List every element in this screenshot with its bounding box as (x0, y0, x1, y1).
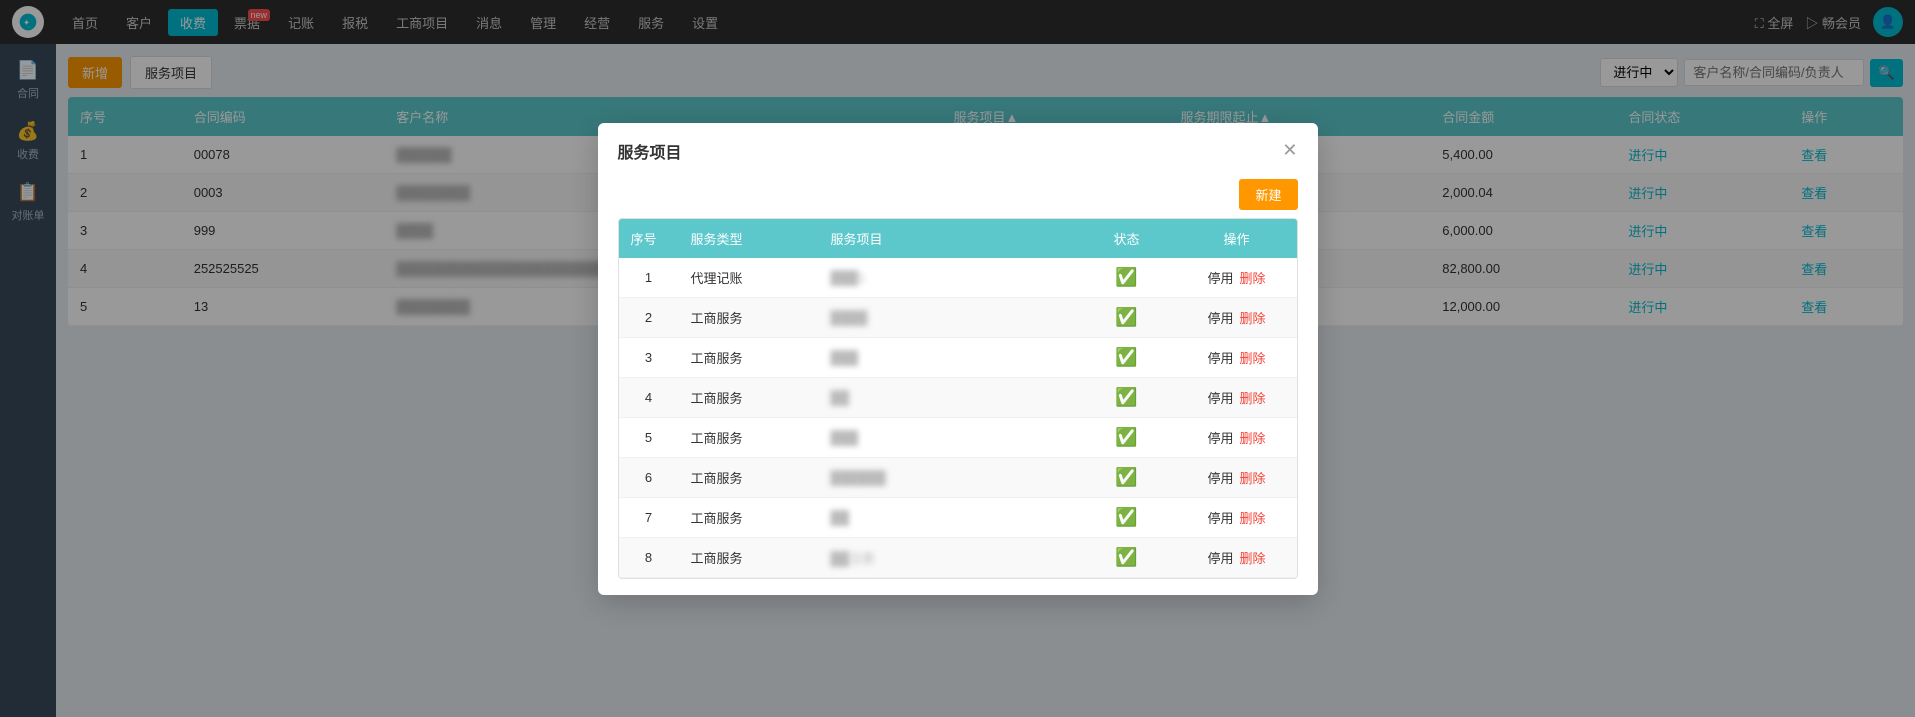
modal-cell-seq: 8 (619, 537, 679, 577)
stop-button[interactable]: 停用 (1207, 308, 1233, 327)
modal-table-row: 1 代理记账 ███1 ✅ 停用 删除 (619, 258, 1297, 298)
modal-table-wrap[interactable]: 序号 服务类型 服务项目 状态 操作 1 代理记账 ███1 ✅ 停用 删除 2… (618, 218, 1298, 579)
modal-new-button[interactable]: 新建 (1239, 179, 1297, 210)
modal-cell-action[interactable]: 停用 删除 (1177, 457, 1297, 497)
modal-cell-seq: 7 (619, 497, 679, 537)
modal-cell-status: ✅ (1077, 258, 1177, 298)
modal-header: 服务项目 ✕ (598, 123, 1318, 171)
modal-cell-item: ██注册 (819, 537, 1077, 577)
modal-cell-status: ✅ (1077, 337, 1177, 377)
modal-cell-item: ██ (819, 497, 1077, 537)
delete-button[interactable]: 删除 (1240, 508, 1266, 527)
stop-button[interactable]: 停用 (1207, 468, 1233, 487)
modal-cell-type: 工商服务 (679, 417, 819, 457)
modal-cell-action[interactable]: 停用 删除 (1177, 537, 1297, 577)
stop-button[interactable]: 停用 (1207, 548, 1233, 567)
modal-cell-action[interactable]: 停用 删除 (1177, 297, 1297, 337)
modal-cell-seq: 4 (619, 377, 679, 417)
status-check-icon: ✅ (1115, 427, 1137, 447)
modal-col-status: 状态 (1077, 219, 1177, 258)
modal-cell-action[interactable]: 停用 删除 (1177, 258, 1297, 298)
status-check-icon: ✅ (1115, 507, 1137, 527)
status-check-icon: ✅ (1115, 267, 1137, 287)
modal-cell-type: 工商服务 (679, 377, 819, 417)
modal-cell-type: 工商服务 (679, 297, 819, 337)
stop-button[interactable]: 停用 (1207, 348, 1233, 367)
modal-cell-status: ✅ (1077, 377, 1177, 417)
status-check-icon: ✅ (1115, 347, 1137, 367)
modal-table-row: 7 工商服务 ██ ✅ 停用 删除 (619, 497, 1297, 537)
modal-cell-type: 代理记账 (679, 258, 819, 298)
modal-table-row: 4 工商服务 ██ ✅ 停用 删除 (619, 377, 1297, 417)
stop-button[interactable]: 停用 (1207, 268, 1233, 287)
modal-cell-action[interactable]: 停用 删除 (1177, 417, 1297, 457)
modal-table-row: 3 工商服务 ███ ✅ 停用 删除 (619, 337, 1297, 377)
status-check-icon: ✅ (1115, 307, 1137, 327)
delete-button[interactable]: 删除 (1240, 468, 1266, 487)
modal-cell-status: ✅ (1077, 497, 1177, 537)
modal-col-type: 服务类型 (679, 219, 819, 258)
delete-button[interactable]: 删除 (1240, 308, 1266, 327)
modal-cell-action[interactable]: 停用 删除 (1177, 377, 1297, 417)
modal-cell-item: ████ (819, 297, 1077, 337)
modal-header-row: 序号 服务类型 服务项目 状态 操作 (619, 219, 1297, 258)
status-check-icon: ✅ (1115, 387, 1137, 407)
modal-cell-type: 工商服务 (679, 497, 819, 537)
modal-overlay: 服务项目 ✕ 新建 序号 服务类型 服务项目 状态 操作 1 代理记账 ███1 (0, 0, 1915, 717)
stop-button[interactable]: 停用 (1207, 428, 1233, 447)
modal-cell-type: 工商服务 (679, 537, 819, 577)
modal-cell-item: ███1 (819, 258, 1077, 298)
modal-cell-seq: 6 (619, 457, 679, 497)
modal-cell-status: ✅ (1077, 417, 1177, 457)
delete-button[interactable]: 删除 (1240, 428, 1266, 447)
service-table: 序号 服务类型 服务项目 状态 操作 1 代理记账 ███1 ✅ 停用 删除 2… (619, 219, 1297, 578)
modal-cell-seq: 5 (619, 417, 679, 457)
modal-col-action: 操作 (1177, 219, 1297, 258)
modal-col-item: 服务项目 (819, 219, 1077, 258)
status-check-icon: ✅ (1115, 547, 1137, 567)
modal-col-seq: 序号 (619, 219, 679, 258)
modal-cell-item: ███ (819, 337, 1077, 377)
delete-button[interactable]: 删除 (1240, 548, 1266, 567)
modal-table-row: 8 工商服务 ██注册 ✅ 停用 删除 (619, 537, 1297, 577)
modal-cell-action[interactable]: 停用 删除 (1177, 337, 1297, 377)
modal-close-button[interactable]: ✕ (1282, 140, 1297, 161)
service-modal: 服务项目 ✕ 新建 序号 服务类型 服务项目 状态 操作 1 代理记账 ███1 (598, 123, 1318, 595)
stop-button[interactable]: 停用 (1207, 508, 1233, 527)
modal-cell-type: 工商服务 (679, 337, 819, 377)
modal-title: 服务项目 (618, 139, 682, 163)
modal-cell-status: ✅ (1077, 537, 1177, 577)
modal-cell-type: 工商服务 (679, 457, 819, 497)
modal-table-row: 6 工商服务 ██████ ✅ 停用 删除 (619, 457, 1297, 497)
modal-cell-seq: 2 (619, 297, 679, 337)
modal-cell-item: ███ (819, 417, 1077, 457)
modal-cell-item: ██ (819, 377, 1077, 417)
modal-cell-status: ✅ (1077, 297, 1177, 337)
modal-table-row: 2 工商服务 ████ ✅ 停用 删除 (619, 297, 1297, 337)
modal-cell-status: ✅ (1077, 457, 1177, 497)
modal-table-row: 5 工商服务 ███ ✅ 停用 删除 (619, 417, 1297, 457)
modal-cell-seq: 1 (619, 258, 679, 298)
delete-button[interactable]: 删除 (1240, 348, 1266, 367)
status-check-icon: ✅ (1115, 467, 1137, 487)
delete-button[interactable]: 删除 (1240, 388, 1266, 407)
modal-cell-item: ██████ (819, 457, 1077, 497)
delete-button[interactable]: 删除 (1240, 268, 1266, 287)
modal-cell-action[interactable]: 停用 删除 (1177, 497, 1297, 537)
stop-button[interactable]: 停用 (1207, 388, 1233, 407)
modal-toolbar: 新建 (598, 171, 1318, 218)
modal-cell-seq: 3 (619, 337, 679, 377)
